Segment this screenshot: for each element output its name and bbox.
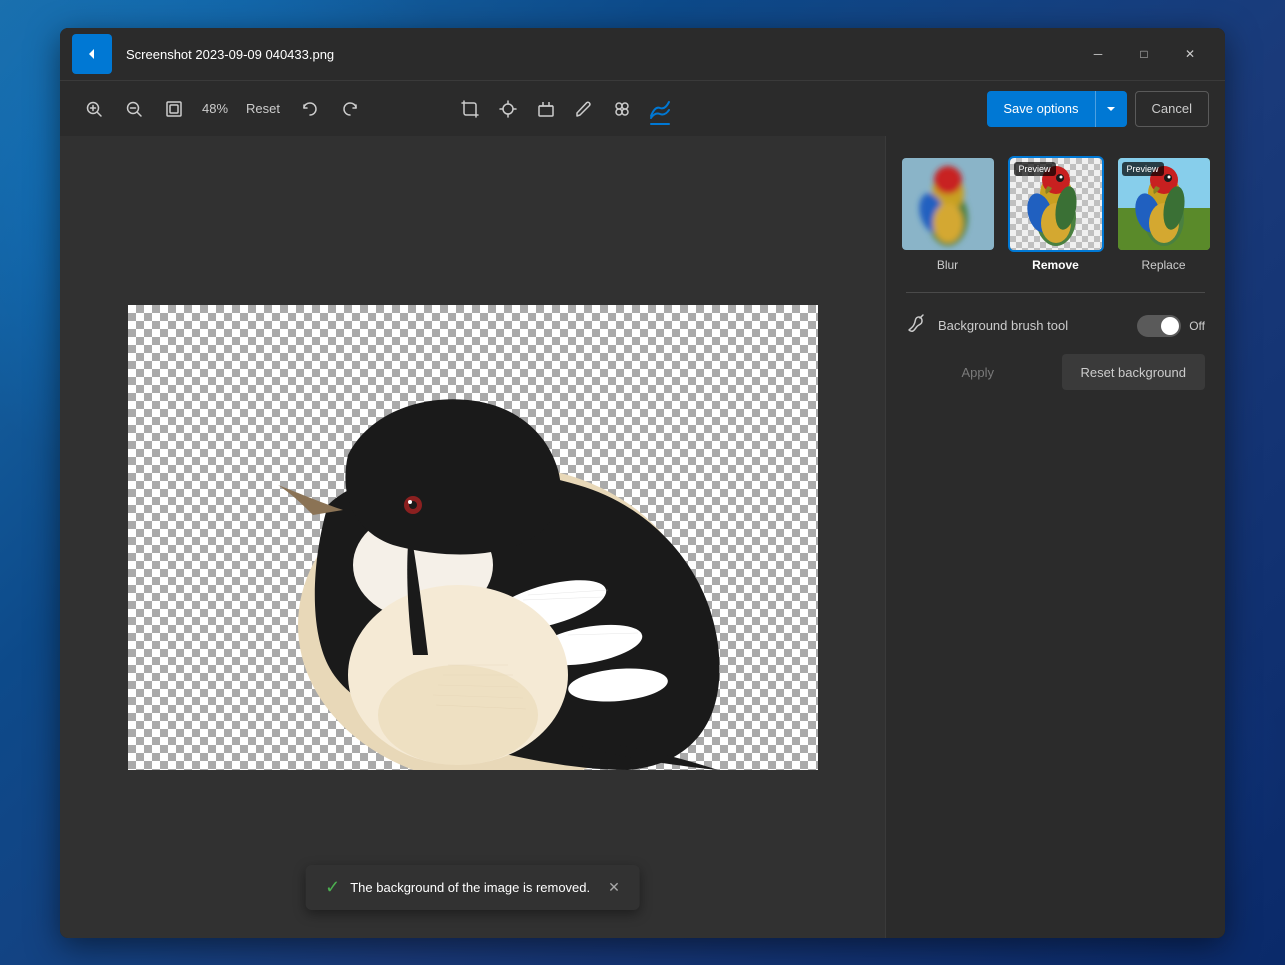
file-name: Screenshot 2023-09-09 040433.png: [126, 47, 334, 62]
brush-icon: [906, 313, 926, 338]
save-options-dropdown-button[interactable]: [1095, 91, 1127, 127]
toast-message: The background of the image is removed.: [350, 880, 590, 895]
brush-tool-label: Background brush tool: [938, 318, 1125, 333]
toggle-knob: [1161, 317, 1179, 335]
effects-tool[interactable]: [604, 91, 640, 127]
maximize-button[interactable]: □: [1121, 38, 1167, 70]
zoom-out-button[interactable]: [116, 91, 152, 127]
preview-badge-remove: Preview: [1014, 162, 1056, 176]
zoom-in-button[interactable]: [76, 91, 112, 127]
zoom-value: 48%: [196, 101, 234, 116]
blur-label: Blur: [937, 258, 958, 272]
toast-notification: ✓ The background of the image is removed…: [305, 865, 640, 910]
apply-button: Apply: [906, 354, 1050, 390]
blur-thumbnail: [900, 156, 996, 252]
center-tools: [452, 91, 678, 127]
adjust-tool[interactable]: [490, 91, 526, 127]
brush-tool-row: Background brush tool Off: [906, 313, 1205, 338]
remove-checker: Preview: [1010, 158, 1102, 250]
main-content: ✓ The background of the image is removed…: [60, 136, 1225, 938]
bg-option-replace[interactable]: Preview: [1116, 156, 1212, 272]
background-tool[interactable]: [642, 91, 678, 127]
redo-button[interactable]: [332, 91, 368, 127]
title-controls: ─ □ ✕: [1075, 38, 1213, 70]
toggle-container: Off: [1137, 315, 1205, 337]
success-icon: ✓: [325, 877, 340, 898]
fit-button[interactable]: [156, 91, 192, 127]
bg-option-remove[interactable]: Preview: [1008, 156, 1104, 272]
toolbar: 48% Reset: [60, 80, 1225, 136]
action-buttons: Apply Reset background: [906, 354, 1205, 390]
save-options-button[interactable]: Save options: [987, 91, 1094, 127]
replace-label: Replace: [1141, 258, 1185, 272]
toggle-state: Off: [1189, 319, 1205, 333]
bg-options: Blur Preview: [906, 156, 1205, 272]
toast-close-button[interactable]: ✕: [608, 879, 620, 896]
right-panel: Blur Preview: [885, 136, 1225, 938]
image-container: [128, 305, 818, 770]
undo-button[interactable]: [292, 91, 328, 127]
app-window: Screenshot 2023-09-09 040433.png ─ □ ✕: [60, 28, 1225, 938]
canvas-area[interactable]: ✓ The background of the image is removed…: [60, 136, 885, 938]
erase-tool[interactable]: [528, 91, 564, 127]
title-bar: Screenshot 2023-09-09 040433.png ─ □ ✕: [60, 28, 1225, 80]
panel-divider: [906, 292, 1205, 293]
brush-tool-toggle[interactable]: [1137, 315, 1181, 337]
save-options-group: Save options: [987, 91, 1126, 127]
bg-option-blur[interactable]: Blur: [900, 156, 996, 272]
remove-label: Remove: [1032, 258, 1079, 272]
minimize-button[interactable]: ─: [1075, 38, 1121, 70]
cancel-button[interactable]: Cancel: [1135, 91, 1209, 127]
draw-tool[interactable]: [566, 91, 602, 127]
remove-thumbnail: Preview: [1008, 156, 1104, 252]
close-button[interactable]: ✕: [1167, 38, 1213, 70]
preview-badge-replace: Preview: [1122, 162, 1164, 176]
toolbar-right: Save options Cancel: [987, 91, 1209, 127]
reset-zoom-button[interactable]: Reset: [238, 97, 288, 120]
bird-image: [128, 305, 818, 770]
reset-background-button[interactable]: Reset background: [1062, 354, 1206, 390]
crop-tool[interactable]: [452, 91, 488, 127]
replace-thumbnail: Preview: [1116, 156, 1212, 252]
back-button[interactable]: [72, 34, 112, 74]
